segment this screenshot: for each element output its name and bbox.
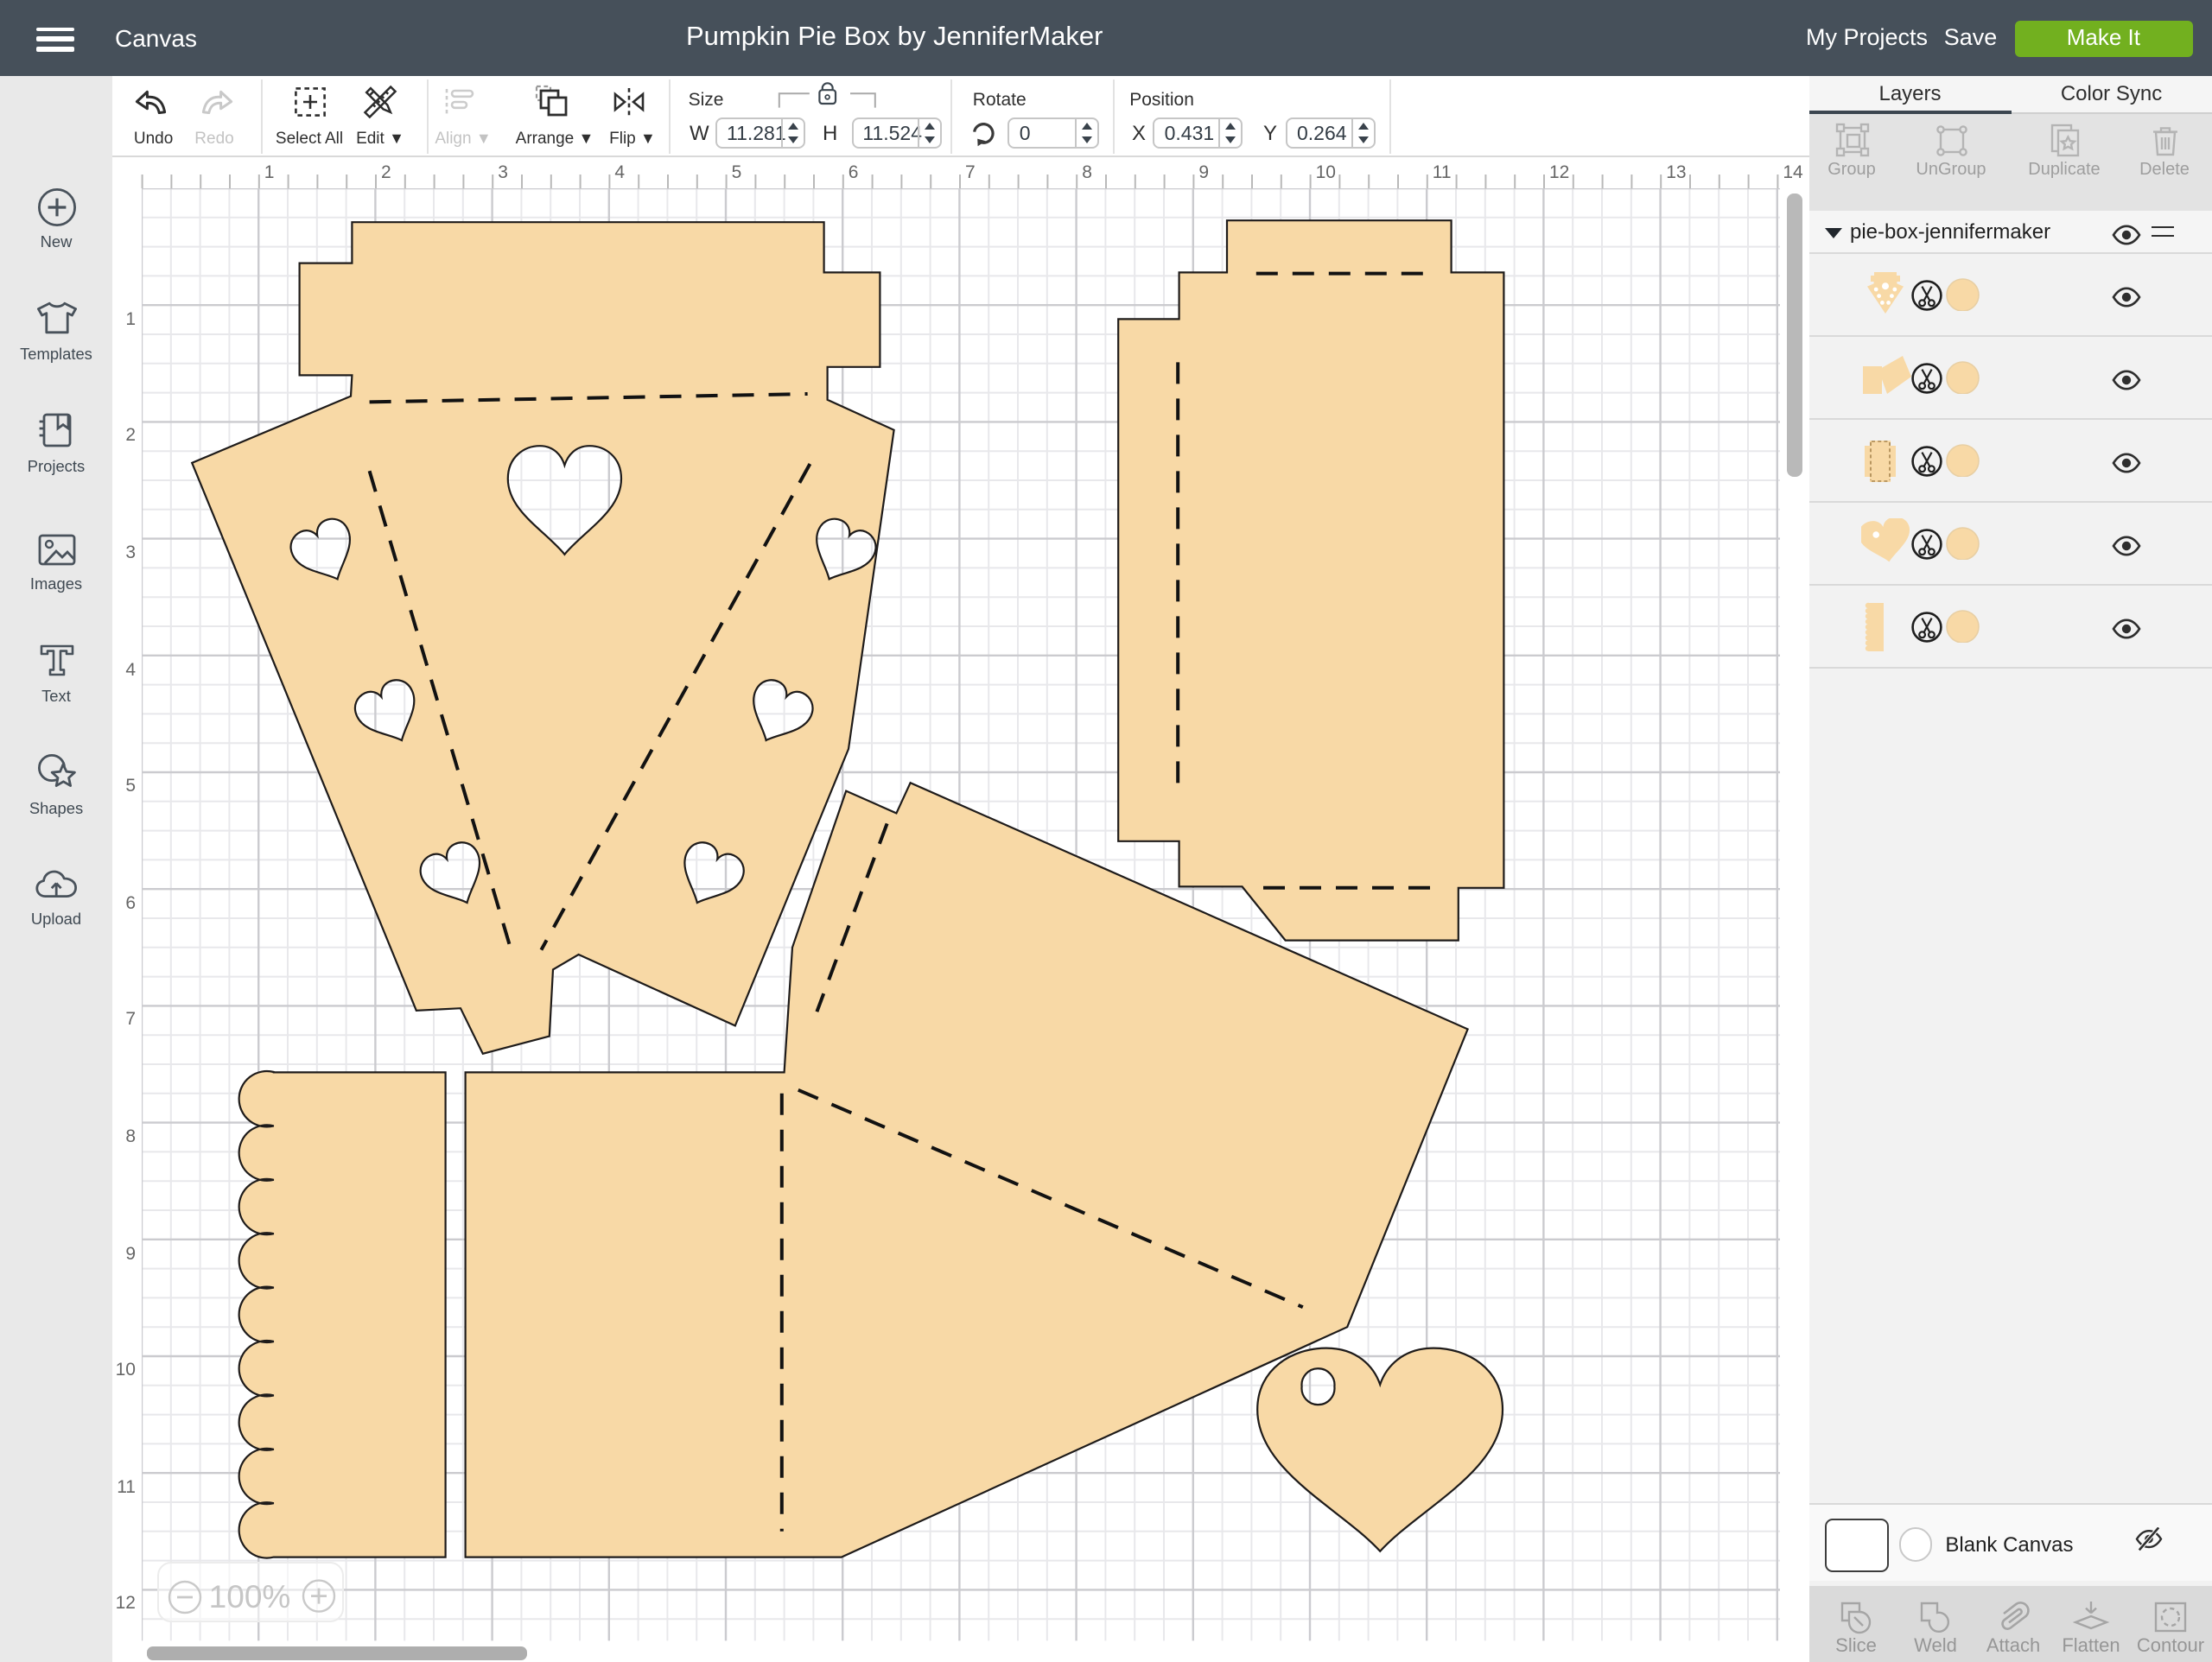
svg-text:100%: 100% <box>209 1579 291 1614</box>
